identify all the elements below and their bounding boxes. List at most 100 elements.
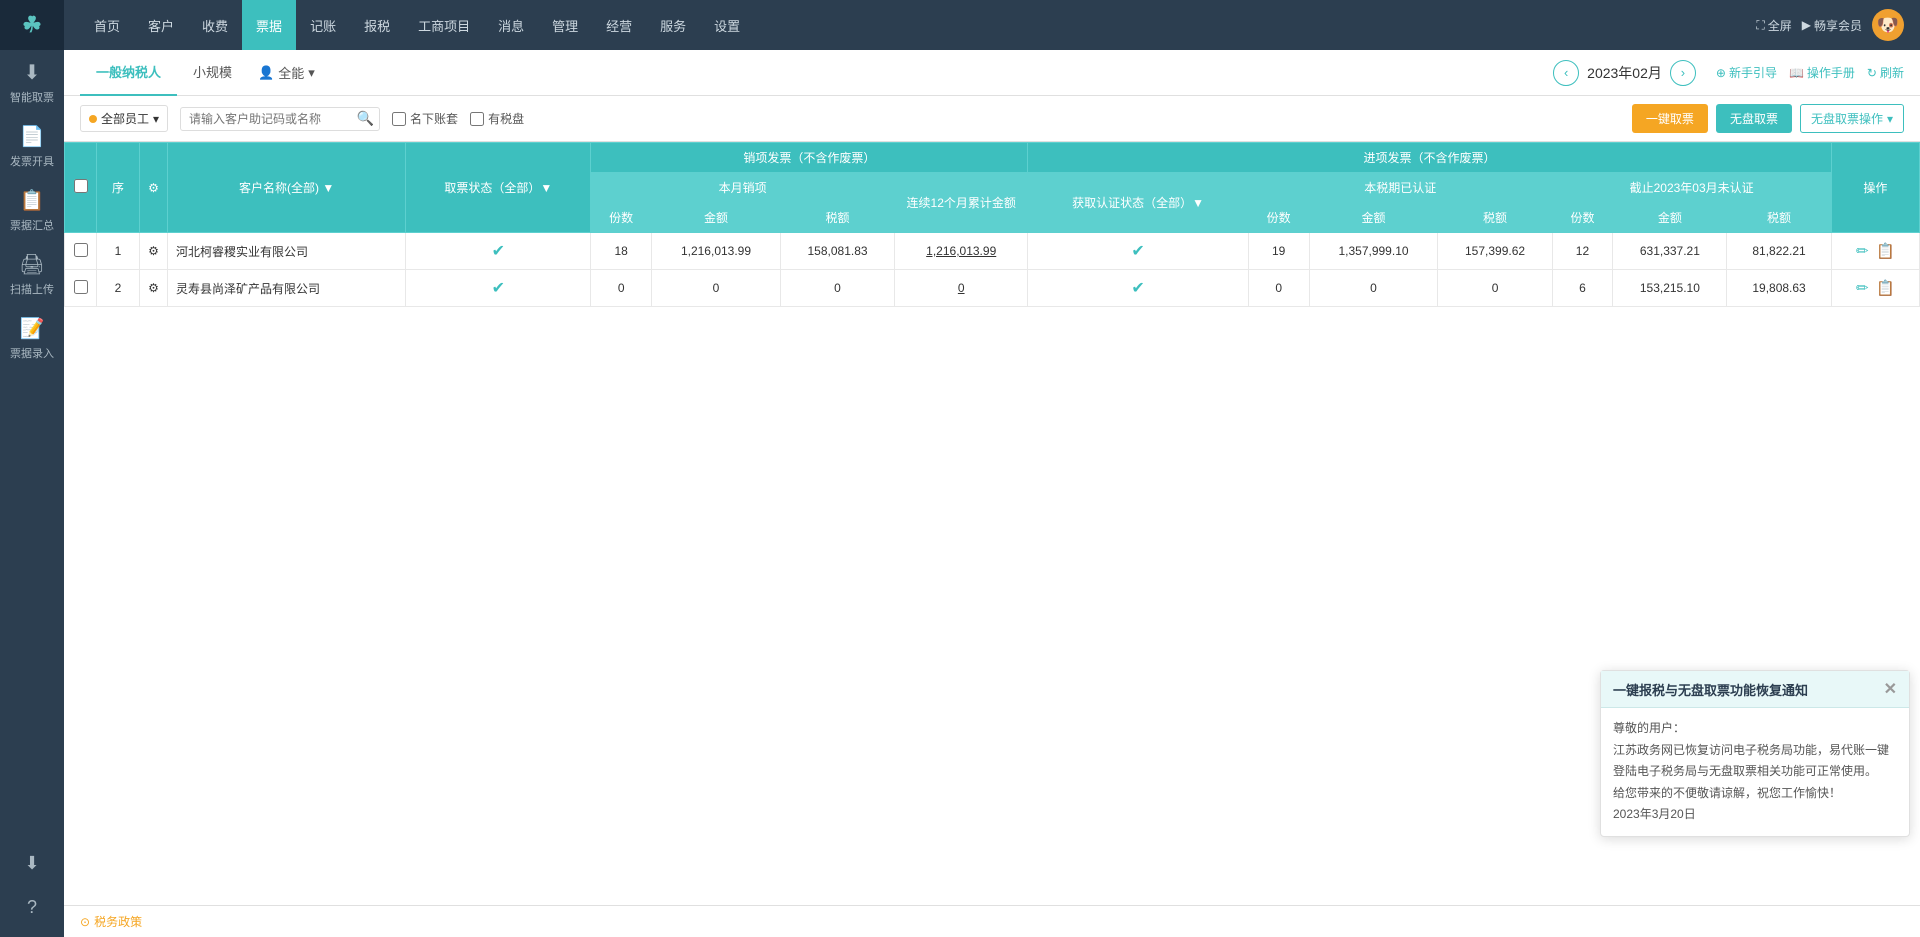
row-config[interactable]: ⚙: [139, 270, 167, 307]
nav-manage[interactable]: 管理: [538, 0, 592, 50]
checkbox-tax-disk[interactable]: 有税盘: [470, 110, 524, 127]
manual-icon: 📖: [1789, 66, 1804, 80]
employee-select[interactable]: 全部员工 ▾: [80, 105, 168, 132]
checkbox-sub-accounts[interactable]: 名下账套: [392, 110, 458, 127]
row-checkbox[interactable]: [65, 270, 97, 307]
notif-close-btn[interactable]: ✕: [1884, 679, 1897, 699]
avatar-icon: 🐶: [1877, 15, 1899, 36]
nav-billing[interactable]: 收费: [188, 0, 242, 50]
notif-line: 给您带来的不便敬请谅解，祝您工作愉快！: [1613, 783, 1897, 805]
row-uncert-tax: 81,822.21: [1727, 233, 1831, 270]
checkbox-sub-accounts-input[interactable]: [392, 112, 406, 126]
sidebar-item-data-entry[interactable]: 📝 票据录入: [0, 306, 64, 370]
row-checkbox-input[interactable]: [74, 280, 88, 294]
sidebar-label-data-entry: 票据录入: [10, 345, 54, 361]
search-wrap: 🔍: [180, 107, 380, 131]
th-sales-tax: 税额: [780, 203, 894, 233]
th-cumulative: 连续12个月累计金额: [895, 173, 1028, 233]
subtab-all[interactable]: 👤 全能 ▾: [248, 63, 325, 82]
main-table: 序 ⚙ 客户名称(全部) ▼ 取票状态（全部）▼ 销项发票（不含作废票） 进项发…: [64, 142, 1920, 307]
sidebar-help[interactable]: ?: [0, 887, 64, 927]
filter-right-buttons: 一键取票 无盘取票 无盘取票操作 ▾: [1632, 104, 1904, 133]
notif-line: 江苏政务网已恢复访问电子税务局功能，易代账一键登陆电子税务局与无盘取票相关功能可…: [1613, 740, 1897, 783]
sidebar-download[interactable]: ⬇: [0, 843, 64, 883]
notif-body: 尊敬的用户：江苏政务网已恢复访问电子税务局功能，易代账一键登陆电子税务局与无盘取…: [1601, 708, 1909, 836]
notif-header: 一键报税与无盘取票功能恢复通知 ✕: [1601, 671, 1909, 708]
row-fetch-status: ✔: [406, 233, 591, 270]
th-uncertified: 截止2023年03月未认证: [1552, 173, 1831, 203]
view-icon[interactable]: 📋: [1876, 280, 1895, 297]
nav-operation[interactable]: 经营: [592, 0, 646, 50]
row-no: 2: [97, 270, 140, 307]
manual-label: 操作手册: [1807, 64, 1855, 81]
nav-prev-btn[interactable]: ‹: [1553, 60, 1579, 86]
nav-next-btn[interactable]: ›: [1670, 60, 1696, 86]
th-cert-status[interactable]: 获取认证状态（全部）▼: [1028, 173, 1248, 233]
view-icon[interactable]: 📋: [1876, 243, 1895, 260]
row-checkbox-input[interactable]: [74, 243, 88, 257]
th-checkbox[interactable]: [65, 143, 97, 233]
data-entry-icon: 📝: [20, 316, 45, 341]
sidebar: ☘ ⬇ 智能取票 📄 发票开具 📋 票据汇总 🖨 扫描上传 📝 票据录入 ⬇ ?: [0, 0, 64, 937]
member-btn[interactable]: ▶ 畅享会员: [1802, 17, 1862, 34]
row-sales-count: 18: [591, 233, 652, 270]
th-config[interactable]: ⚙: [139, 143, 167, 233]
th-fetch-status[interactable]: 取票状态（全部）▼: [406, 143, 591, 233]
th-customer-name[interactable]: 客户名称(全部) ▼: [167, 143, 405, 233]
search-icon[interactable]: 🔍: [357, 110, 374, 127]
manual-btn[interactable]: 📖 操作手册: [1789, 64, 1855, 81]
one-click-fetch-btn[interactable]: 一键取票: [1632, 104, 1708, 133]
row-checkbox[interactable]: [65, 233, 97, 270]
notif-line: 2023年3月20日: [1613, 804, 1897, 826]
sidebar-item-invoice-open[interactable]: 📄 发票开具: [0, 114, 64, 178]
edit-icon[interactable]: ✏: [1856, 243, 1869, 260]
row-sales-tax: 158,081.83: [780, 233, 894, 270]
row-uncert-tax: 19,808.63: [1727, 270, 1831, 307]
nav-service[interactable]: 服务: [646, 0, 700, 50]
avatar[interactable]: 🐶: [1872, 9, 1904, 41]
no-disk-fetch-btn[interactable]: 无盘取票: [1716, 104, 1792, 133]
search-input[interactable]: [180, 107, 380, 131]
fullscreen-icon: ⛶: [1756, 18, 1764, 33]
cumulative-link[interactable]: 0: [958, 281, 965, 295]
nav-settings[interactable]: 设置: [700, 0, 754, 50]
no-disk-ops-btn[interactable]: 无盘取票操作 ▾: [1800, 104, 1904, 133]
nav-invoice[interactable]: 票据: [242, 0, 296, 50]
nav-message[interactable]: 消息: [484, 0, 538, 50]
fetch-status-icon: ✔: [492, 243, 505, 260]
subtab-general-taxpayer[interactable]: 一般纳税人: [80, 50, 177, 96]
nav-home[interactable]: 首页: [80, 0, 134, 50]
tax-policy-link[interactable]: ⊙ 税务政策: [80, 913, 142, 930]
subtab-all-icon: 👤: [258, 65, 274, 81]
edit-icon[interactable]: ✏: [1856, 280, 1869, 297]
th-sales-group: 销项发票（不含作废票）: [591, 143, 1028, 173]
sidebar-label-smart-fetch: 智能取票: [10, 89, 54, 105]
th-certified: 本税期已认证: [1248, 173, 1552, 203]
row-sales-count: 0: [591, 270, 652, 307]
sidebar-item-scan-upload[interactable]: 🖨 扫描上传: [0, 242, 64, 306]
row-config[interactable]: ⚙: [139, 233, 167, 270]
notif-title: 一键报税与无盘取票功能恢复通知: [1613, 680, 1808, 699]
th-sales-count: 份数: [591, 203, 652, 233]
nav-business[interactable]: 工商项目: [404, 0, 484, 50]
select-all-checkbox[interactable]: [74, 179, 88, 193]
th-cert-tax: 税额: [1438, 203, 1552, 233]
fullscreen-btn[interactable]: ⛶ 全屏: [1756, 17, 1791, 34]
sidebar-label-invoice-summary: 票据汇总: [10, 217, 54, 233]
row-cert-tax: 0: [1438, 270, 1552, 307]
new-guide-btn[interactable]: ⊕ 新手引导: [1716, 64, 1777, 81]
nav-tax[interactable]: 报税: [350, 0, 404, 50]
refresh-btn[interactable]: ↻ 刷新: [1867, 64, 1904, 81]
employee-chevron-icon: ▾: [153, 112, 159, 126]
sidebar-item-smart-fetch[interactable]: ⬇ 智能取票: [0, 50, 64, 114]
cert-status-icon: ✔: [1131, 280, 1144, 297]
row-cert-status: ✔: [1028, 233, 1248, 270]
sidebar-item-invoice-summary[interactable]: 📋 票据汇总: [0, 178, 64, 242]
row-cumulative: 1,216,013.99: [895, 233, 1028, 270]
subtab-small-scale[interactable]: 小规模: [177, 50, 248, 96]
cumulative-link[interactable]: 1,216,013.99: [926, 244, 996, 258]
nav-customer[interactable]: 客户: [134, 0, 188, 50]
filter-bar: 全部员工 ▾ 🔍 名下账套 有税盘 一键取票 无盘取票 无盘取票操作 ▾: [64, 96, 1920, 142]
nav-bookkeeping[interactable]: 记账: [296, 0, 350, 50]
checkbox-tax-disk-input[interactable]: [470, 112, 484, 126]
